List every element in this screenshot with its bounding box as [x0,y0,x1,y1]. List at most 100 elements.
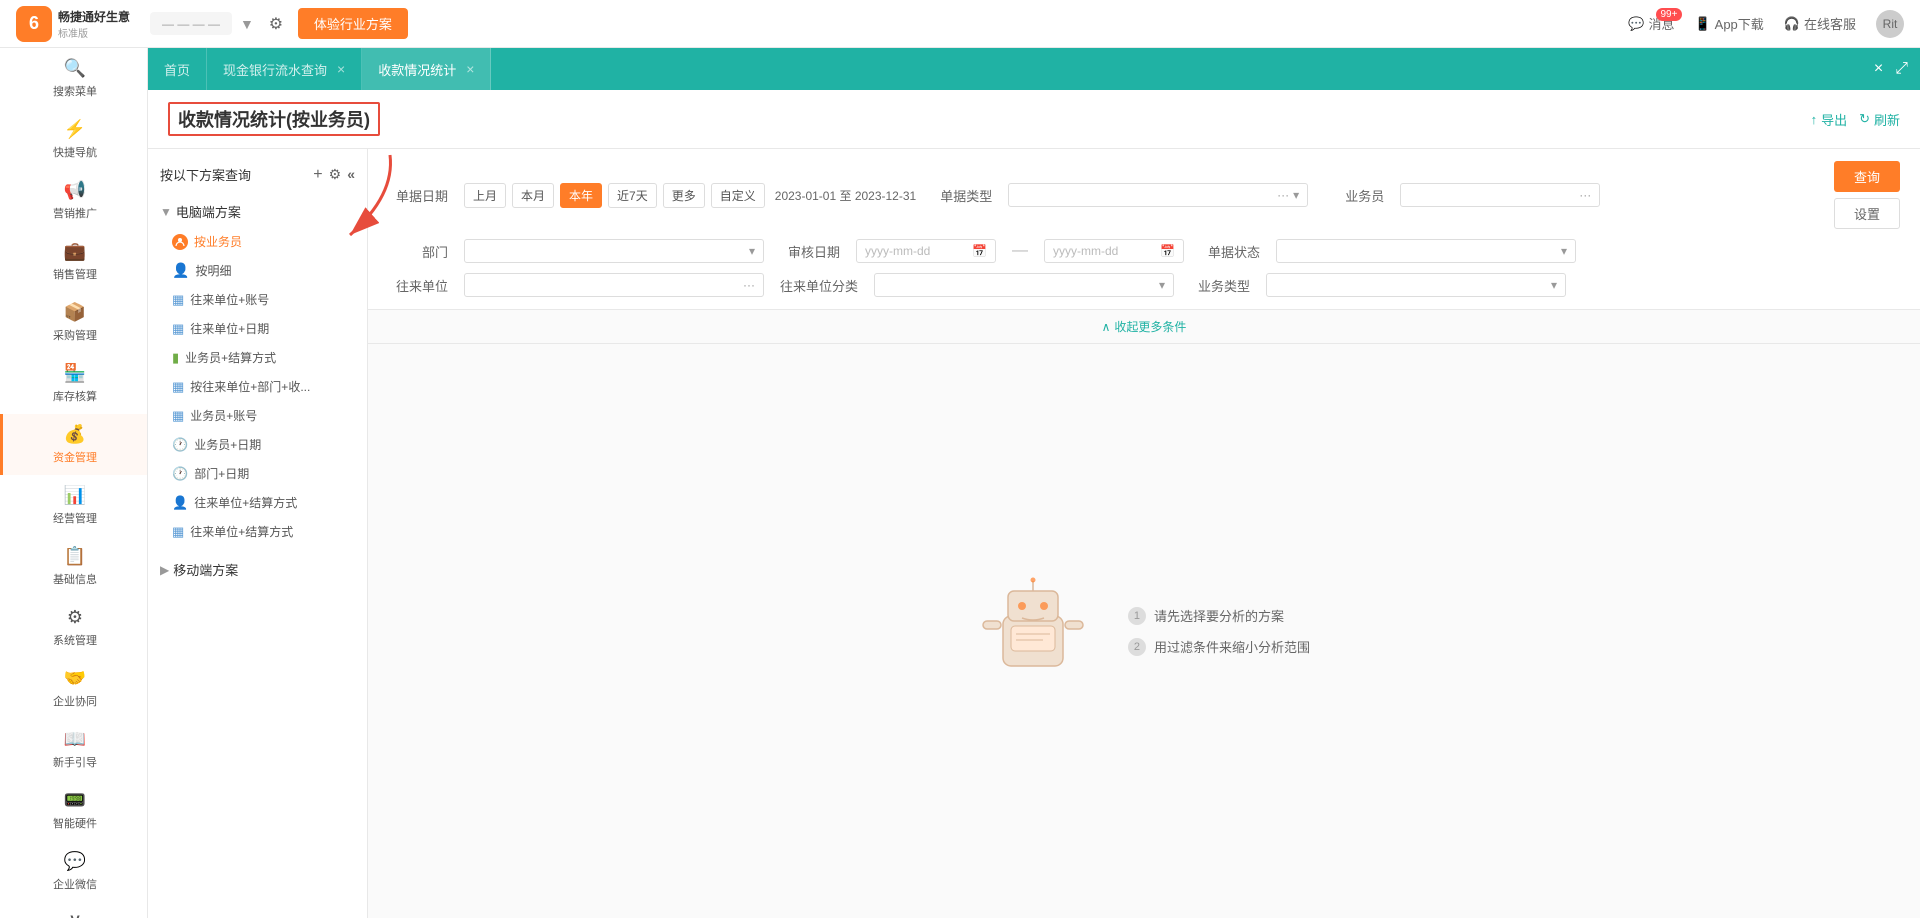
sidebar-item-member[interactable]: V 畅会员 [0,902,147,918]
tab-collection-stat-close[interactable]: × [466,61,474,77]
date-range-display: 2023-01-01 至 2023-12-31 [775,187,916,204]
sidebar-item-wechat[interactable]: 💬 企业微信 [0,841,147,902]
smart-hardware-icon: 📟 [64,790,86,811]
step1-num: 1 [1128,607,1146,625]
trial-btn[interactable]: 体验行业方案 [298,8,408,39]
audit-date-label: 审核日期 [780,242,840,261]
nav-selector[interactable]: — — — — [150,12,232,35]
sidebar-item-sales[interactable]: 💼 销售管理 [0,231,147,292]
left-panel-header: 按以下方案查询 + ⚙ « [148,157,367,192]
scheme-settings-btn[interactable]: ⚙ [329,166,342,184]
member-icon: V [70,912,79,918]
tab-bank-flow[interactable]: 现金银行流水查询 × [207,48,362,90]
doc-status-select[interactable]: ▾ [1276,239,1576,263]
counterpart-account-icon: ▦ [172,292,184,308]
date-this-year-btn[interactable]: 本年 [560,183,602,208]
desktop-section-header[interactable]: ▼ 电脑端方案 [148,196,367,227]
query-btn[interactable]: 查询 [1834,161,1900,192]
scheme-counterpart-payment1[interactable]: 👤 往来单位+结算方式 [148,488,367,517]
sidebar-item-inventory[interactable]: 🏪 库存核算 [0,353,147,414]
scheme-salesperson-payment[interactable]: ▮ 业务员+结算方式 [148,343,367,372]
counterpart-select[interactable]: ··· [464,273,764,297]
salesperson-label: 业务员 [1324,186,1384,205]
desktop-schemes-section: ▼ 电脑端方案 按业务员 👤 按明细 ▦ [148,192,367,550]
sidebar-item-smart-hardware[interactable]: 📟 智能硬件 [0,780,147,841]
sidebar-item-newbie[interactable]: 📖 新手引导 [0,719,147,780]
sidebar-item-basic-info[interactable]: 📋 基础信息 [0,536,147,597]
filter-row-2: 部门 ▾ 审核日期 yyyy-mm-dd 📅 — yyyy-mm-dd [388,239,1900,263]
sidebar-item-marketing[interactable]: 📢 营销推广 [0,170,147,231]
counterpart-dept-icon: ▦ [172,379,184,395]
date-more-btn[interactable]: 更多 [663,183,705,208]
doc-type-more-icon: ··· [1277,188,1289,202]
tab-bank-flow-close[interactable]: × [337,61,345,77]
empty-illustration [978,576,1088,686]
scheme-counterpart-date[interactable]: ▦ 往来单位+日期 [148,314,367,343]
mobile-schemes-section: ▶ 移动端方案 [148,550,367,589]
calendar-from-icon[interactable]: 📅 [972,244,987,258]
scheme-counterpart-dept[interactable]: ▦ 按往来单位+部门+收... [148,372,367,401]
main-layout: 🔍 搜索菜单 ⚡ 快捷导航 📢 营销推广 💼 销售管理 📦 采购管理 🏪 库存核… [0,48,1920,918]
scheme-dept-date[interactable]: 🕐 部门+日期 [148,459,367,488]
user-avatar[interactable]: Rit [1876,10,1904,38]
app-download-btn[interactable]: 📱 App下载 [1694,14,1763,33]
tab-close-all-icon[interactable]: × [1874,60,1883,78]
sidebar-item-quick-nav[interactable]: ⚡ 快捷导航 [0,109,147,170]
setting-btn[interactable]: 设置 [1834,198,1900,229]
date-this-month-btn[interactable]: 本月 [512,183,554,208]
basic-info-icon: 📋 [64,546,86,567]
counterpart-label: 往来单位 [388,276,448,295]
right-panel: 单据日期 上月 本月 本年 近7天 更多 自定义 2023-01-01 至 20… [368,149,1920,918]
scheme-by-salesperson[interactable]: 按业务员 [148,227,367,256]
tab-collection-stat[interactable]: 收款情况统计 × [362,48,491,90]
date-last-month-btn[interactable]: 上月 [464,183,506,208]
doc-type-select[interactable]: ··· ▾ [1008,183,1308,207]
export-btn[interactable]: ↑ 导出 [1811,110,1848,129]
purchase-icon: 📦 [64,302,86,323]
salesperson-select[interactable]: ··· [1400,183,1600,207]
settings-icon[interactable]: ⚙ [262,10,290,38]
topbar: 6 畅捷通好生意 标准版 — — — — ▼ ⚙ 体验行业方案 💬 消息 99+… [0,0,1920,48]
nav-dropdown-icon[interactable]: ▼ [240,16,254,32]
date-7days-btn[interactable]: 近7天 [608,183,657,208]
biz-type-select[interactable]: ▾ [1266,273,1566,297]
sidebar-item-finance[interactable]: 💰 资金管理 [0,414,147,475]
online-service-btn[interactable]: 🎧 在线客服 [1784,14,1856,33]
filter-row-3: 往来单位 ··· 往来单位分类 ▾ 业务类型 ▾ [388,273,1900,297]
audit-date-from-input[interactable]: yyyy-mm-dd 📅 [856,239,996,263]
refresh-btn[interactable]: ↻ 刷新 [1859,110,1900,129]
message-btn[interactable]: 💬 消息 99+ [1628,14,1674,33]
tab-maximize-icon[interactable]: ⤢ [1895,60,1908,78]
sidebar-item-purchase[interactable]: 📦 采购管理 [0,292,147,353]
finance-icon: 💰 [64,424,86,445]
marketing-icon: 📢 [64,180,86,201]
tab-home[interactable]: 首页 [148,48,207,90]
main-content: 按以下方案查询 + ⚙ « ▼ 电脑端方案 [148,149,1920,918]
date-separator: — [1012,242,1028,260]
audit-date-to-input[interactable]: yyyy-mm-dd 📅 [1044,239,1184,263]
sidebar-item-search[interactable]: 🔍 搜索菜单 [0,48,147,109]
tab-bar-right: × ⤢ [1862,48,1920,90]
dept-select[interactable]: ▾ [464,239,764,263]
add-scheme-btn[interactable]: + [313,166,322,184]
scheme-salesperson-account[interactable]: ▦ 业务员+账号 [148,401,367,430]
tab-bar: 首页 现金银行流水查询 × 收款情况统计 × × ⤢ [148,48,1920,90]
scheme-salesperson-date[interactable]: 🕐 业务员+日期 [148,430,367,459]
collapse-bar[interactable]: ∧ 收起更多条件 [368,310,1920,344]
scheme-counterpart-payment2[interactable]: ▦ 往来单位+结算方式 [148,517,367,546]
sidebar-item-operation[interactable]: 📊 经营管理 [0,475,147,536]
scheme-counterpart-account[interactable]: ▦ 往来单位+账号 [148,285,367,314]
collapse-panel-btn[interactable]: « [347,166,355,184]
calendar-to-icon[interactable]: 📅 [1160,244,1175,258]
sales-icon: 💼 [64,241,86,262]
counterpart-cat-select[interactable]: ▾ [874,273,1174,297]
date-custom-btn[interactable]: 自定义 [711,183,765,208]
date-label: 单据日期 [388,186,448,205]
mobile-section-header[interactable]: ▶ 移动端方案 [148,554,367,585]
counterpart-payment2-icon: ▦ [172,524,184,540]
scheme-by-detail[interactable]: 👤 按明细 [148,256,367,285]
sidebar-item-enterprise[interactable]: 🤝 企业协同 [0,658,147,719]
sidebar-item-system[interactable]: ⚙ 系统管理 [0,597,147,658]
filter-area: 单据日期 上月 本月 本年 近7天 更多 自定义 2023-01-01 至 20… [368,149,1920,310]
scheme-icon-salesperson [172,234,188,250]
